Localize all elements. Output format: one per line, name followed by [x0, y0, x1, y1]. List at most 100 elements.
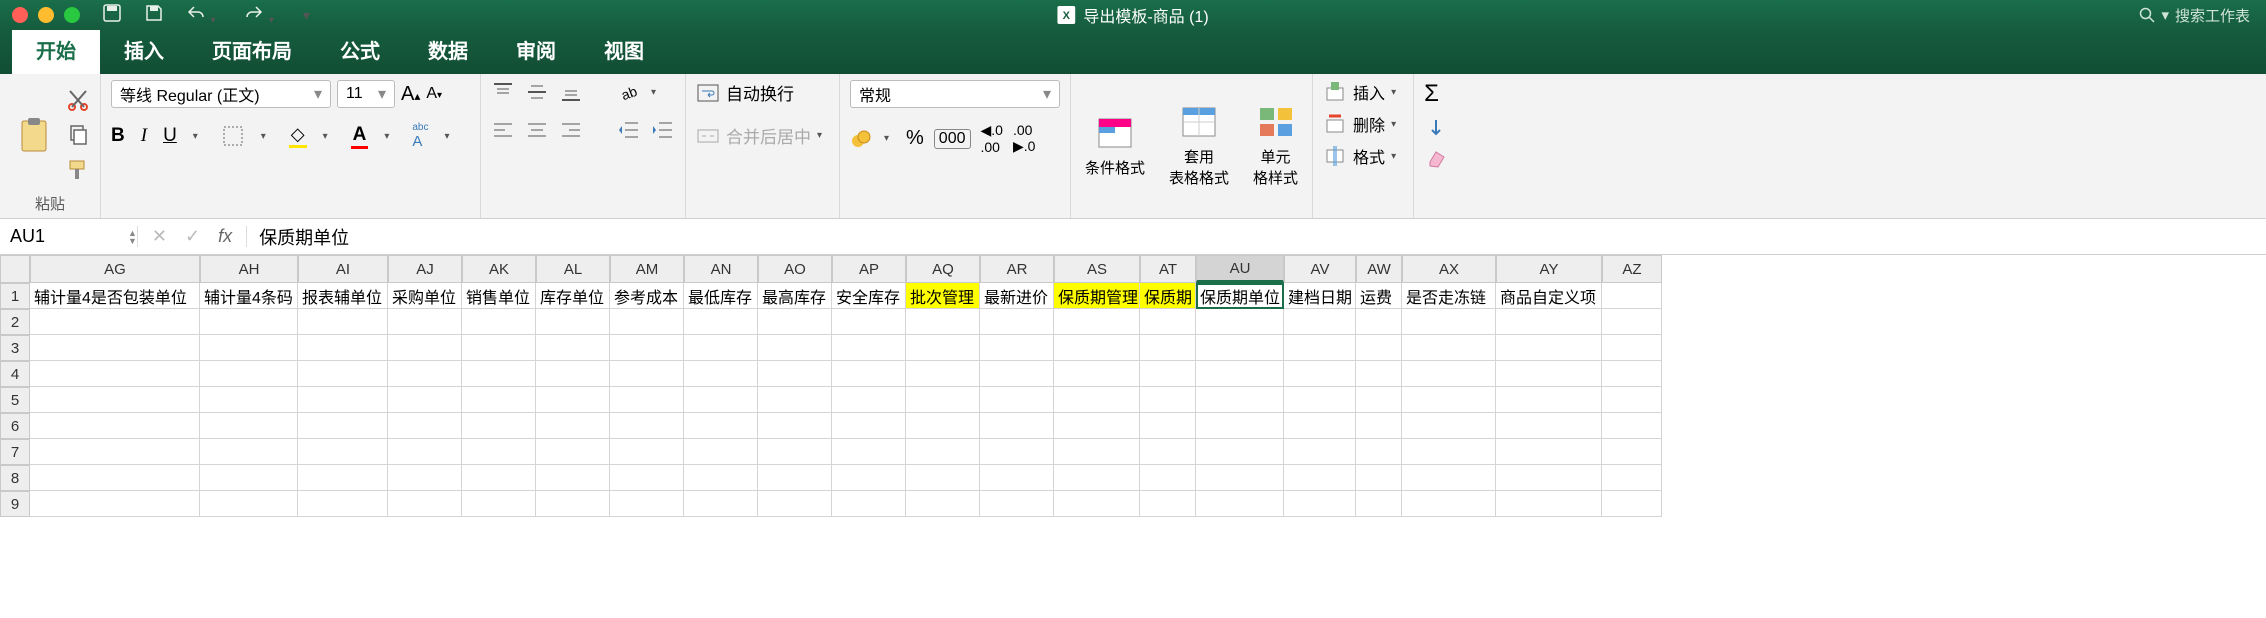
- font-size-combo[interactable]: 11▾: [337, 80, 395, 108]
- cell[interactable]: [462, 439, 536, 465]
- cell[interactable]: 销售单位: [462, 283, 536, 309]
- cell[interactable]: [1602, 283, 1662, 309]
- cell[interactable]: [1140, 439, 1196, 465]
- cell[interactable]: [980, 439, 1054, 465]
- fx-icon[interactable]: fx: [218, 226, 232, 247]
- cell[interactable]: [1196, 491, 1284, 517]
- percent-icon[interactable]: %: [906, 127, 924, 150]
- cell[interactable]: [1054, 465, 1140, 491]
- cell[interactable]: 最新进价: [980, 283, 1054, 309]
- column-header[interactable]: AN: [684, 255, 758, 283]
- align-bottom-icon[interactable]: [559, 80, 583, 104]
- comma-style-icon[interactable]: 000: [934, 129, 971, 149]
- cell[interactable]: [1284, 387, 1356, 413]
- cell[interactable]: [610, 335, 684, 361]
- cell[interactable]: [832, 491, 906, 517]
- cell[interactable]: [1140, 387, 1196, 413]
- cell[interactable]: [1196, 465, 1284, 491]
- cell[interactable]: [1402, 387, 1496, 413]
- formula-input[interactable]: 保质期单位: [247, 224, 2266, 250]
- cell[interactable]: [1054, 309, 1140, 335]
- cell[interactable]: [1602, 335, 1662, 361]
- cell[interactable]: [980, 491, 1054, 517]
- cell[interactable]: [536, 413, 610, 439]
- cell[interactable]: 商品自定义项: [1496, 283, 1602, 309]
- paste-button[interactable]: [10, 111, 58, 159]
- row-header[interactable]: 9: [0, 491, 30, 517]
- cell[interactable]: [1602, 439, 1662, 465]
- cell[interactable]: [200, 465, 298, 491]
- cell[interactable]: [980, 361, 1054, 387]
- cell[interactable]: [1284, 335, 1356, 361]
- table-format-button[interactable]: 套用 表格格式: [1165, 98, 1233, 192]
- column-header[interactable]: AR: [980, 255, 1054, 283]
- column-header[interactable]: AS: [1054, 255, 1140, 283]
- cell[interactable]: [610, 361, 684, 387]
- tab-insert[interactable]: 插入: [100, 25, 188, 74]
- cell[interactable]: [462, 413, 536, 439]
- cell[interactable]: [1196, 335, 1284, 361]
- chevron-down-icon[interactable]: ▾: [384, 131, 396, 142]
- cell[interactable]: [1356, 387, 1402, 413]
- cell[interactable]: [388, 335, 462, 361]
- phonetic-icon[interactable]: abcA: [412, 122, 428, 150]
- fullscreen-window-icon[interactable]: [64, 7, 80, 23]
- cell[interactable]: [1402, 413, 1496, 439]
- cell[interactable]: [462, 361, 536, 387]
- cell[interactable]: [298, 491, 388, 517]
- row-header[interactable]: 2: [0, 309, 30, 335]
- cell[interactable]: [1356, 361, 1402, 387]
- cell[interactable]: [1356, 335, 1402, 361]
- cell[interactable]: [758, 413, 832, 439]
- cell[interactable]: [1496, 309, 1602, 335]
- cell[interactable]: [30, 335, 200, 361]
- save-icon[interactable]: [144, 3, 164, 28]
- cell[interactable]: [980, 309, 1054, 335]
- cell[interactable]: [388, 491, 462, 517]
- cell[interactable]: [462, 491, 536, 517]
- chevron-down-icon[interactable]: ▾: [1391, 151, 1403, 162]
- format-cells-button[interactable]: 格式▾: [1323, 144, 1403, 168]
- increase-decimal-icon[interactable]: ◀.0.00: [981, 122, 1003, 155]
- cell[interactable]: [906, 335, 980, 361]
- column-header[interactable]: AX: [1402, 255, 1496, 283]
- cell[interactable]: [1054, 387, 1140, 413]
- cell[interactable]: 批次管理: [906, 283, 980, 309]
- clear-icon[interactable]: [1424, 148, 1448, 172]
- tab-view[interactable]: 视图: [580, 25, 668, 74]
- row-header[interactable]: 6: [0, 413, 30, 439]
- fill-color-icon[interactable]: ◇: [289, 124, 307, 148]
- cell[interactable]: 保质期管理: [1054, 283, 1140, 309]
- cell[interactable]: [1140, 309, 1196, 335]
- spreadsheet-grid[interactable]: 123456789 AG辅计量4是否包装单位AH辅计量4条码AI报表辅单位AJ采…: [0, 255, 2266, 517]
- cell[interactable]: [462, 335, 536, 361]
- cell[interactable]: [462, 387, 536, 413]
- cell[interactable]: [1284, 413, 1356, 439]
- cell[interactable]: [684, 465, 758, 491]
- cell[interactable]: [1140, 361, 1196, 387]
- font-name-combo[interactable]: 等线 Regular (正文)▾: [111, 80, 331, 108]
- align-right-icon[interactable]: [559, 118, 583, 142]
- cell[interactable]: [1054, 335, 1140, 361]
- column-header[interactable]: AJ: [388, 255, 462, 283]
- chevron-down-icon[interactable]: ▾: [884, 133, 896, 144]
- currency-icon[interactable]: [850, 127, 874, 151]
- column-header[interactable]: AW: [1356, 255, 1402, 283]
- cell[interactable]: [1402, 491, 1496, 517]
- border-icon[interactable]: [221, 124, 245, 148]
- cell[interactable]: 是否走冻链: [1402, 283, 1496, 309]
- row-header[interactable]: 8: [0, 465, 30, 491]
- cell[interactable]: [200, 439, 298, 465]
- column-header[interactable]: AU: [1196, 255, 1284, 283]
- cell[interactable]: [298, 387, 388, 413]
- cell[interactable]: [30, 465, 200, 491]
- cell[interactable]: [1140, 413, 1196, 439]
- cell[interactable]: [832, 309, 906, 335]
- cell[interactable]: 最高库存: [758, 283, 832, 309]
- redo-icon[interactable]: ▾: [244, 3, 280, 28]
- cell[interactable]: [388, 309, 462, 335]
- cell[interactable]: [1602, 491, 1662, 517]
- column-header[interactable]: AK: [462, 255, 536, 283]
- cell[interactable]: [684, 413, 758, 439]
- italic-button[interactable]: I: [141, 125, 147, 147]
